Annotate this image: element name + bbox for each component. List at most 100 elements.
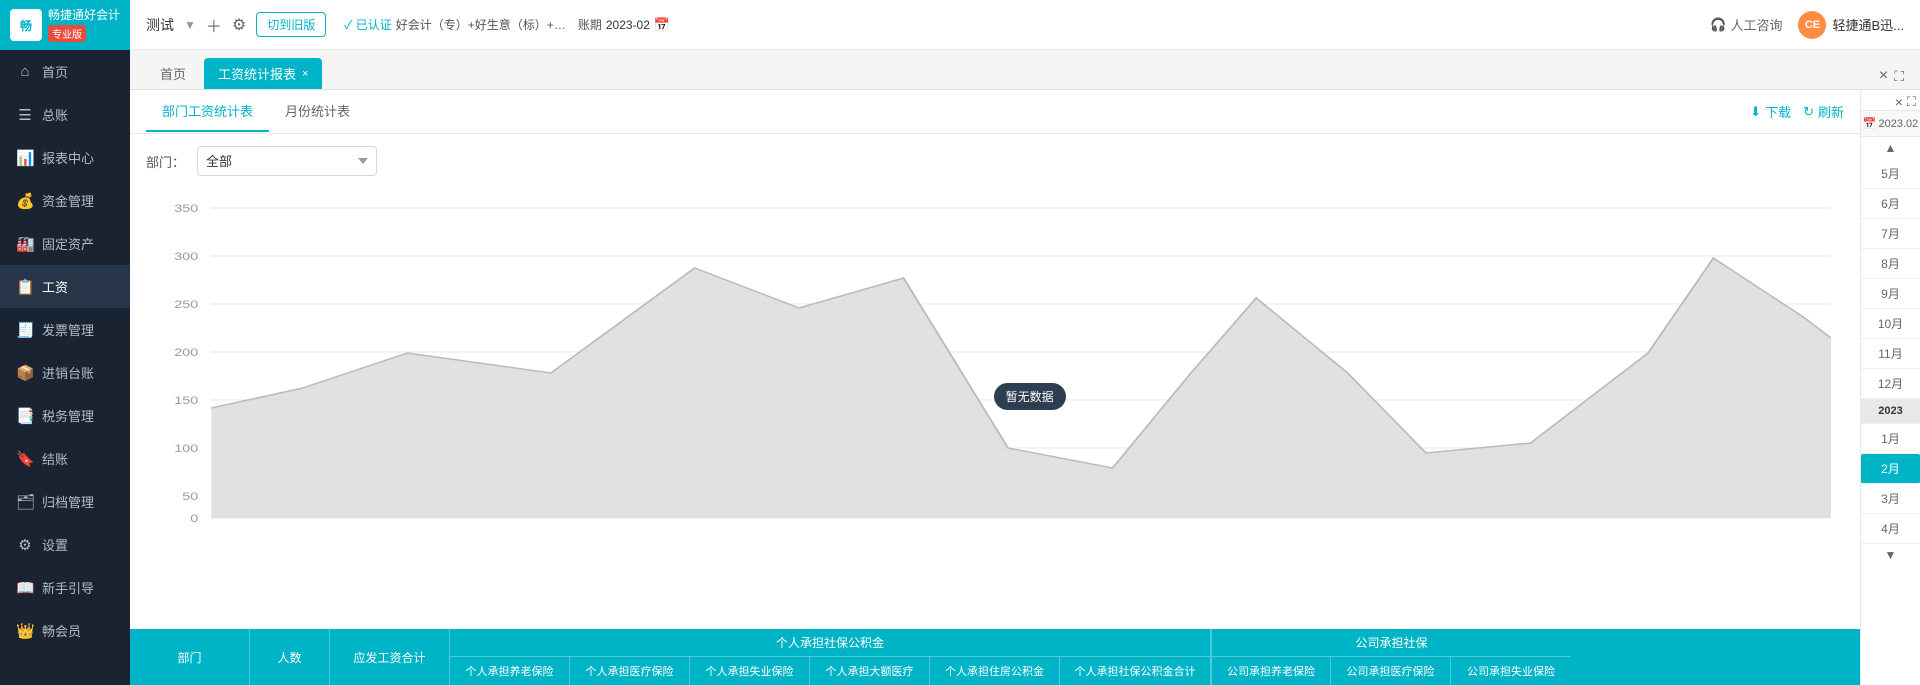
tab-payroll-stats[interactable]: 工资统计报表 × [204, 58, 322, 89]
ledger-icon: ☰ [16, 106, 34, 124]
certified-status: ✓ 已认证 [344, 16, 392, 33]
topbar-right: 🎧 人工咨询 CE 轻捷通B迅... [1710, 11, 1904, 39]
reports-icon: 📊 [16, 149, 34, 167]
th-count: 人数 [250, 629, 330, 685]
th-personal-pension: 个人承担养老保险 [450, 657, 570, 685]
calendar-icon[interactable]: 📅 [654, 17, 670, 33]
refresh-btn[interactable]: ↻ 刷新 [1803, 102, 1844, 121]
sidebar-item-ledger[interactable]: ☰ 总账 [0, 93, 130, 136]
sidebar-item-tax[interactable]: 📑 税务管理 [0, 394, 130, 437]
sidebar-item-reports[interactable]: 📊 报表中心 [0, 136, 130, 179]
date-year-2023: 2023 [1861, 399, 1920, 424]
download-label: 下载 [1765, 102, 1791, 121]
features-text: 好会计（专）+好生意（标）+… [396, 16, 566, 33]
current-date-display: 2023.02 [1878, 118, 1918, 130]
tabbar: 首页 工资统计报表 × × ⛶ [130, 50, 1920, 90]
funds-icon: 💰 [16, 192, 34, 210]
date-panel-header: 📅 2023.02 [1861, 111, 1920, 137]
tax-icon: 📑 [16, 407, 34, 425]
sidebar-item-assets[interactable]: 🏭 固定资产 [0, 222, 130, 265]
sidebar-item-archive[interactable]: 🗂 归档管理 [0, 480, 130, 523]
sidebar-item-newguide[interactable]: 📖 新手引导 [0, 566, 130, 609]
logo-icon: 畅 [10, 9, 42, 41]
switch-to-old-btn[interactable]: 切到旧版 [256, 12, 326, 37]
dept-select[interactable]: 全部 行政部 财务部 销售部 技术部 [197, 146, 377, 176]
add-button[interactable]: ＋ [206, 13, 222, 37]
sidebar-item-label: 税务管理 [42, 406, 94, 425]
subtab-monthly[interactable]: 月份统计表 [269, 91, 366, 132]
sidebar-item-label: 新手引导 [42, 578, 94, 597]
subtab-dept[interactable]: 部门工资统计表 [146, 91, 269, 132]
date-nav-up[interactable]: ▲ [1861, 137, 1920, 159]
sidebar-item-label: 首页 [42, 62, 68, 81]
logo-badge: 专业版 [48, 25, 86, 42]
newguide-icon: 📖 [16, 579, 34, 597]
sidebar-item-label: 资金管理 [42, 191, 94, 210]
date-month-2022-7[interactable]: 7月 [1861, 219, 1920, 249]
sidebar-item-sales[interactable]: 📦 进销台账 [0, 351, 130, 394]
date-month-2023-1[interactable]: 1月 [1861, 424, 1920, 454]
subtab-actions: ⬇ 下载 ↻ 刷新 [1750, 102, 1844, 121]
date-month-2022-10[interactable]: 10月 [1861, 309, 1920, 339]
help-btn[interactable]: 🎧 人工咨询 [1710, 15, 1782, 34]
main-area: 测试 ▼ ＋ ⚙ 切到旧版 ✓ 已认证 好会计（专）+好生意（标）+… 账期 2… [130, 0, 1920, 685]
date-month-2022-5[interactable]: 5月 [1861, 159, 1920, 189]
download-btn[interactable]: ⬇ 下载 [1750, 102, 1791, 121]
panel-expand-icon[interactable]: ⛶ [1894, 68, 1904, 85]
sidebar: 畅 畅捷通好会计 专业版 ⌂ 首页 ☰ 总账 📊 报表中心 💰 资金管理 🏭 固… [0, 0, 130, 685]
date-month-2022-11[interactable]: 11月 [1861, 339, 1920, 369]
date-month-2022-8[interactable]: 8月 [1861, 249, 1920, 279]
sidebar-item-label: 进销台账 [42, 363, 94, 382]
content-area: 部门工资统计表 月份统计表 ⬇ 下载 ↻ 刷新 部门： 全部 [130, 90, 1920, 685]
date-panel-expand-icon[interactable]: ⛶ [1907, 94, 1916, 110]
refresh-icon: ↻ [1803, 104, 1814, 120]
tab-home[interactable]: 首页 [146, 58, 200, 89]
sidebar-item-label: 发票管理 [42, 320, 94, 339]
tab-close-icon[interactable]: × [302, 68, 308, 80]
sidebar-logo: 畅 畅捷通好会计 专业版 [0, 0, 130, 50]
period-label: 账期 [578, 16, 602, 33]
archive-icon: 🗂 [16, 493, 34, 511]
th-total-salary: 应发工资合计 [330, 629, 450, 685]
sidebar-item-label: 报表中心 [42, 148, 94, 167]
sidebar-item-label: 总账 [42, 105, 68, 124]
tab-label: 工资统计报表 [218, 64, 296, 83]
svg-text:150: 150 [174, 394, 198, 407]
user-menu[interactable]: CE 轻捷通B迅... [1798, 11, 1904, 39]
th-company-medical: 公司承担医疗保险 [1331, 657, 1451, 685]
svg-text:250: 250 [174, 298, 198, 311]
sidebar-item-vip[interactable]: 👑 畅会员 [0, 609, 130, 652]
sidebar-item-settings[interactable]: ⚙ 设置 [0, 523, 130, 566]
th-company-group: 公司承担社保 公司承担养老保险 公司承担医疗保险 公司承担失业保险 [1211, 629, 1571, 685]
date-month-2022-12[interactable]: 12月 [1861, 369, 1920, 399]
th-dept: 部门 [130, 629, 250, 685]
th-personal-total: 个人承担社保公积金合计 [1060, 657, 1210, 685]
sidebar-item-home[interactable]: ⌂ 首页 [0, 50, 130, 93]
download-icon: ⬇ [1750, 104, 1761, 120]
date-month-2023-4[interactable]: 4月 [1861, 514, 1920, 544]
sidebar-item-payroll[interactable]: 📋 工资 [0, 265, 130, 308]
chart-svg: 350 300 250 200 150 100 50 0 [146, 198, 1844, 538]
date-nav-down[interactable]: ▼ [1861, 544, 1920, 566]
invoices-icon: 🧾 [16, 321, 34, 339]
panel-close-icon[interactable]: × [1879, 67, 1888, 85]
sidebar-item-funds[interactable]: 💰 资金管理 [0, 179, 130, 222]
sidebar-item-checkout[interactable]: 🔖 结账 [0, 437, 130, 480]
th-company-unemployment: 公司承担失业保险 [1451, 657, 1571, 685]
sidebar-item-label: 归档管理 [42, 492, 94, 511]
settings-button[interactable]: ⚙ [232, 15, 246, 35]
svg-text:0: 0 [190, 512, 198, 525]
sidebar-item-label: 畅会员 [42, 621, 81, 640]
assets-icon: 🏭 [16, 235, 34, 253]
date-month-2023-2[interactable]: 2月 [1861, 454, 1920, 484]
th-company-pension: 公司承担养老保险 [1211, 657, 1331, 685]
date-panel-close-icon[interactable]: × [1895, 94, 1903, 110]
sidebar-item-label: 设置 [42, 535, 68, 554]
date-month-2022-6[interactable]: 6月 [1861, 189, 1920, 219]
date-month-2022-9[interactable]: 9月 [1861, 279, 1920, 309]
svg-text:350: 350 [174, 202, 198, 215]
sidebar-item-invoices[interactable]: 🧾 发票管理 [0, 308, 130, 351]
payroll-icon: 📋 [16, 278, 34, 296]
date-month-2023-3[interactable]: 3月 [1861, 484, 1920, 514]
dropdown-arrow[interactable]: ▼ [184, 18, 196, 32]
